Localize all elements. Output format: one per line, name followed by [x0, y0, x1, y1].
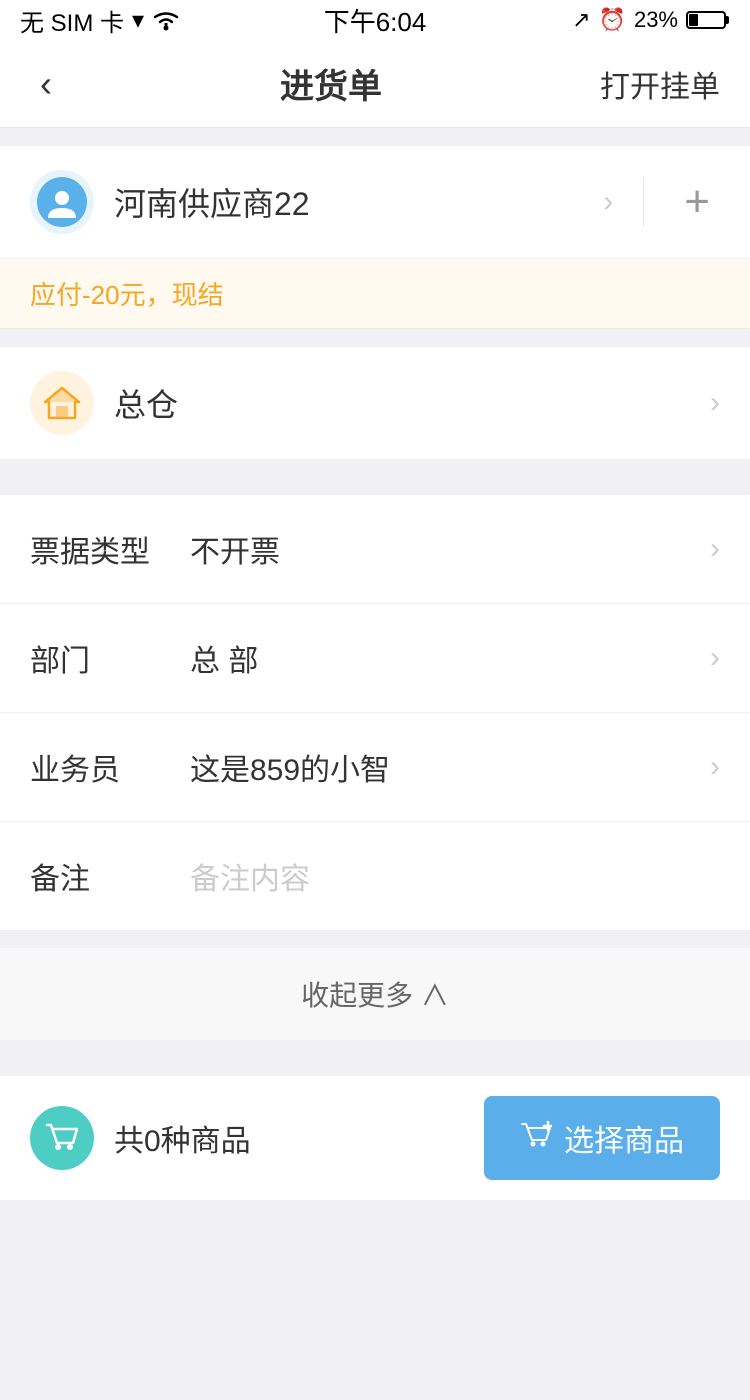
- invoice-type-chevron-icon: ›: [710, 532, 720, 566]
- location-icon: ↗: [572, 7, 590, 33]
- warehouse-icon: [30, 371, 94, 435]
- status-bar-left: 无 SIM 卡 ▾: [20, 3, 180, 38]
- warehouse-section[interactable]: 总仓 ›: [0, 347, 750, 459]
- section-divider-3: [0, 459, 750, 477]
- cart-icon: [43, 1119, 81, 1157]
- wifi-signal-icon: [152, 9, 180, 31]
- person-icon: [44, 184, 80, 220]
- product-bar: 共0种商品 选择商品: [0, 1076, 750, 1200]
- section-divider-2: [0, 329, 750, 347]
- invoice-type-value: 不开票: [170, 527, 710, 571]
- section-divider-1: [0, 128, 750, 146]
- vertical-divider: [643, 177, 644, 227]
- open-pending-button[interactable]: 打开挂单: [600, 62, 720, 106]
- house-icon: [43, 384, 81, 422]
- remark-input[interactable]: 备注内容: [170, 854, 720, 898]
- invoice-type-row[interactable]: 票据类型 不开票 ›: [0, 495, 750, 604]
- status-bar: 无 SIM 卡 ▾ 下午6:04 ↗ ⏰ 23%: [0, 0, 750, 40]
- back-button[interactable]: ‹: [30, 53, 62, 115]
- bottom-area: [0, 1200, 750, 1400]
- select-product-label: 选择商品: [564, 1116, 684, 1160]
- battery-icon: [686, 9, 730, 31]
- invoice-type-label: 票据类型: [30, 527, 170, 571]
- warehouse-name: 总仓: [114, 380, 710, 426]
- supplier-chevron-icon: ›: [603, 185, 613, 219]
- warehouse-row[interactable]: 总仓 ›: [0, 347, 750, 459]
- collapse-section: 收起更多 ∧: [0, 948, 750, 1040]
- select-product-button[interactable]: 选择商品: [484, 1096, 720, 1180]
- section-divider-4: [0, 1040, 750, 1058]
- remark-label: 备注: [30, 854, 170, 898]
- salesperson-label: 业务员: [30, 745, 170, 789]
- alarm-icon: ⏰: [599, 7, 626, 33]
- sim-label: 无 SIM 卡: [20, 3, 124, 38]
- status-time: 下午6:04: [324, 2, 427, 39]
- notice-text: 应付-20元，现结: [30, 280, 224, 310]
- nav-bar: ‹ 进货单 打开挂单: [0, 40, 750, 128]
- remark-row[interactable]: 备注 备注内容: [0, 822, 750, 930]
- avatar-inner: [37, 177, 87, 227]
- product-count-label: 共0种商品: [114, 1116, 484, 1160]
- product-cart-icon: [30, 1106, 94, 1170]
- warehouse-chevron-icon: ›: [710, 386, 720, 420]
- supplier-name: 河南供应商22: [114, 179, 603, 225]
- salesperson-chevron-icon: ›: [710, 750, 720, 784]
- salesperson-row[interactable]: 业务员 这是859的小智 ›: [0, 713, 750, 822]
- department-label: 部门: [30, 636, 170, 680]
- salesperson-value: 这是859的小智: [170, 745, 710, 789]
- wifi-icon: ▾: [132, 6, 144, 35]
- status-bar-right: ↗ ⏰ 23%: [572, 7, 730, 33]
- department-value: 总 部: [170, 636, 710, 680]
- avatar: [30, 170, 94, 234]
- battery-label: 23%: [634, 7, 678, 33]
- department-row[interactable]: 部门 总 部 ›: [0, 604, 750, 713]
- page-title: 进货单: [280, 59, 382, 108]
- form-section: 票据类型 不开票 › 部门 总 部 › 业务员 这是859的小智 › 备注 备注…: [0, 495, 750, 930]
- add-supplier-button[interactable]: +: [674, 177, 720, 227]
- department-chevron-icon: ›: [710, 641, 720, 675]
- collapse-button[interactable]: 收起更多 ∧: [301, 980, 449, 1011]
- supplier-row[interactable]: 河南供应商22 › +: [0, 146, 750, 259]
- notice-bar: 应付-20元，现结: [0, 259, 750, 329]
- cart-plus-icon: [520, 1120, 552, 1148]
- select-product-icon: [520, 1120, 552, 1156]
- supplier-section: 河南供应商22 › + 应付-20元，现结: [0, 146, 750, 329]
